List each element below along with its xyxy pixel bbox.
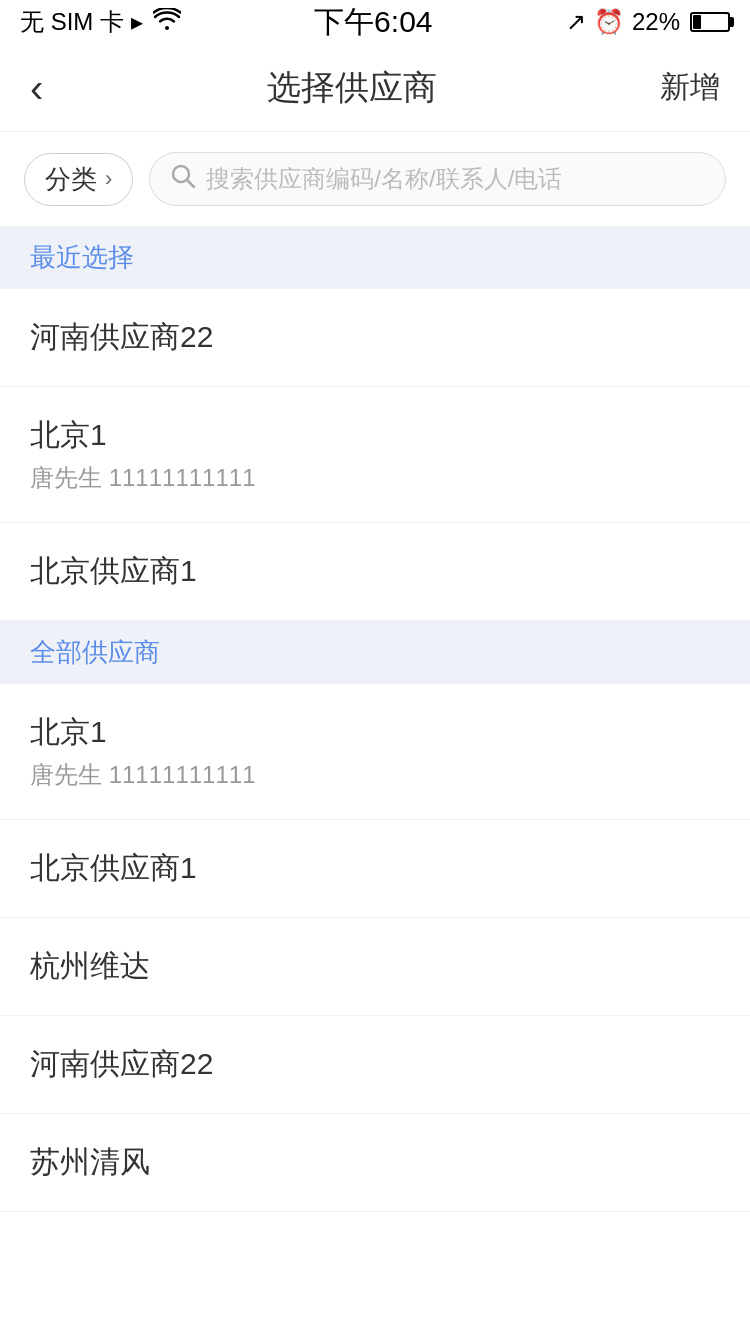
recent-list-item[interactable]: 北京1 唐先生 11111111111 <box>0 387 750 523</box>
item-name: 苏州清风 <box>30 1142 720 1183</box>
item-name: 河南供应商22 <box>30 1044 720 1085</box>
status-left: 无 SIM 卡 ▸ <box>20 6 181 38</box>
all-list-item[interactable]: 北京1 唐先生 11111111111 <box>0 684 750 820</box>
battery-icon <box>690 12 730 32</box>
nav-bar: ‹ 选择供应商 新增 <box>0 44 750 132</box>
status-bar: 无 SIM 卡 ▸ 下午6:04 ↗ ⏰ 22% <box>0 0 750 44</box>
chevron-right-icon: › <box>105 166 112 192</box>
status-right: ↗ ⏰ 22% <box>566 8 730 36</box>
item-name: 北京供应商1 <box>30 551 720 592</box>
item-name: 河南供应商22 <box>30 317 720 358</box>
wifi-icon <box>153 8 181 36</box>
alarm-icon: ⏰ <box>594 8 624 36</box>
item-name: 北京1 <box>30 712 720 753</box>
all-list-item[interactable]: 杭州维达 <box>0 918 750 1016</box>
category-label: 分类 <box>45 162 97 197</box>
location-icon: ↗ <box>566 8 586 36</box>
all-list-item[interactable]: 河南供应商22 <box>0 1016 750 1114</box>
status-time: 下午6:04 <box>314 2 432 43</box>
recent-section-label: 最近选择 <box>30 242 134 272</box>
recent-section-header: 最近选择 <box>0 226 750 289</box>
battery-percentage: 22% <box>632 8 680 36</box>
item-name: 北京1 <box>30 415 720 456</box>
back-button[interactable]: ‹ <box>30 68 43 108</box>
all-section-label: 全部供应商 <box>30 637 160 667</box>
no-sim-text: 无 SIM 卡 ▸ <box>20 6 143 38</box>
all-list: 北京1 唐先生 11111111111 北京供应商1 杭州维达河南供应商22 苏州清风 <box>0 684 750 1212</box>
page-title: 选择供应商 <box>267 65 437 111</box>
search-icon <box>170 163 196 195</box>
all-list-item[interactable]: 北京供应商1 <box>0 820 750 918</box>
filter-bar: 分类 › 搜索供应商编码/名称/联系人/电话 <box>0 132 750 226</box>
all-section-header: 全部供应商 <box>0 621 750 684</box>
item-sub: 唐先生 11111111111 <box>30 462 720 494</box>
all-list-item[interactable]: 苏州清风 <box>0 1114 750 1212</box>
recent-list-item[interactable]: 河南供应商22 <box>0 289 750 387</box>
item-name: 北京供应商1 <box>30 848 720 889</box>
recent-list-item[interactable]: 北京供应商1 <box>0 523 750 621</box>
category-filter-button[interactable]: 分类 › <box>24 153 133 206</box>
item-name: 杭州维达 <box>30 946 720 987</box>
search-input[interactable]: 搜索供应商编码/名称/联系人/电话 <box>206 163 562 195</box>
recent-list: 河南供应商22 北京1 唐先生 11111111111 北京供应商1 <box>0 289 750 621</box>
item-sub: 唐先生 11111111111 <box>30 759 720 791</box>
svg-line-1 <box>187 180 194 187</box>
search-box[interactable]: 搜索供应商编码/名称/联系人/电话 <box>149 152 726 206</box>
new-supplier-button[interactable]: 新增 <box>660 67 720 108</box>
